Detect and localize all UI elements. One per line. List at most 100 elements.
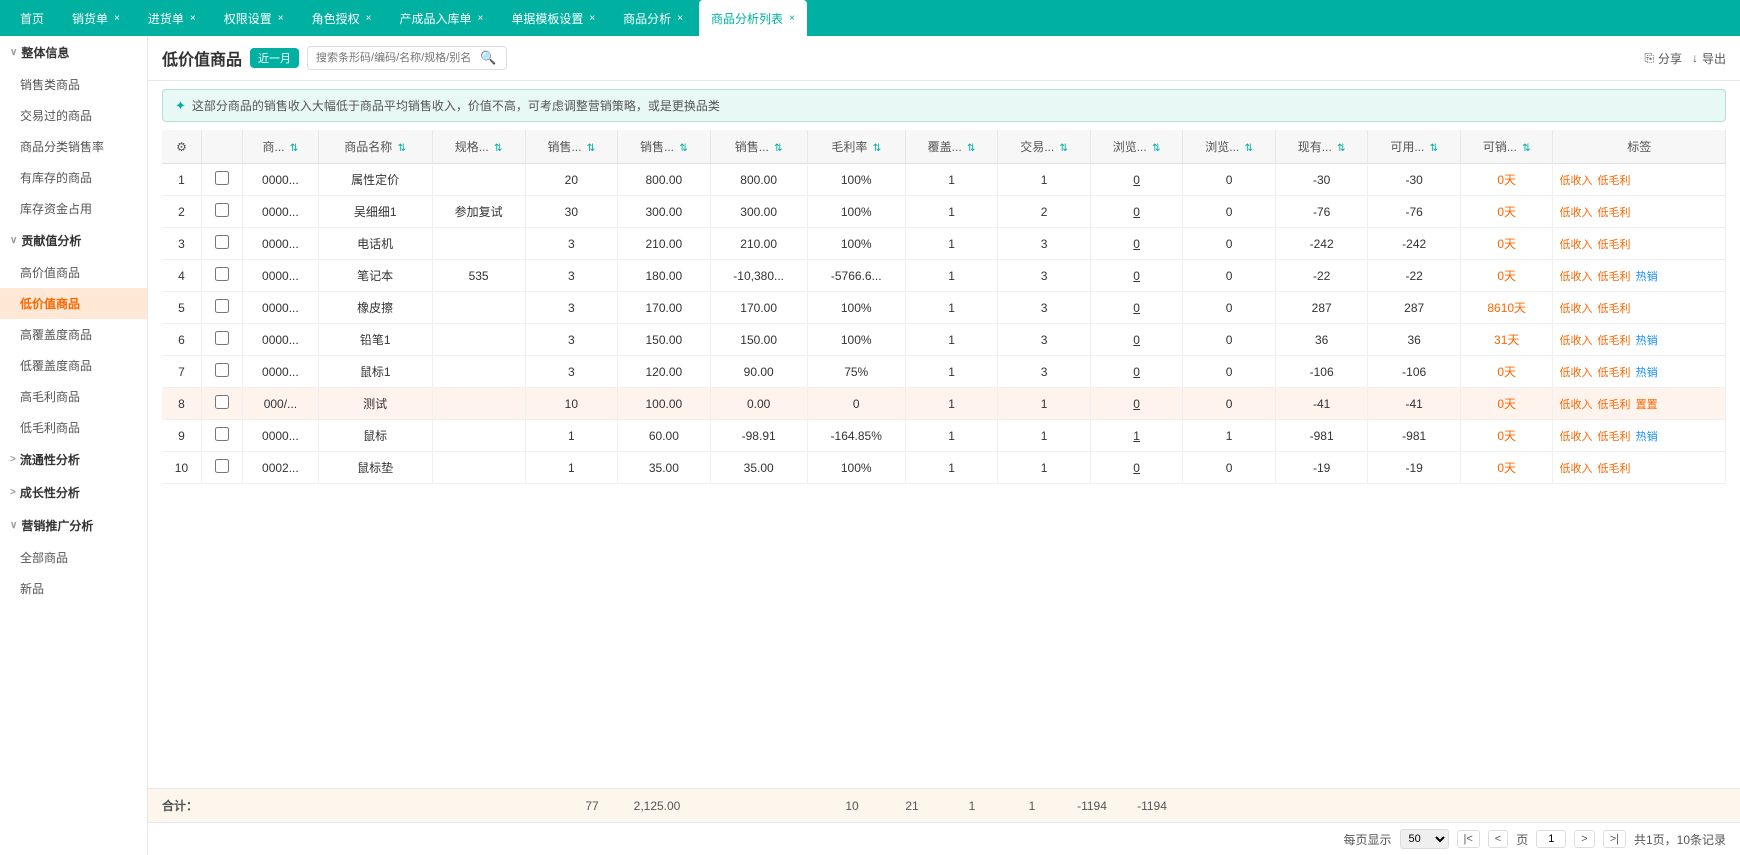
row-coverage: 1 bbox=[905, 420, 998, 452]
row-browse1[interactable]: 1 bbox=[1090, 420, 1183, 452]
col-header-browse1[interactable]: 浏览... ⇅ bbox=[1090, 130, 1183, 164]
sort-icon: ⇅ bbox=[1430, 143, 1438, 154]
share-button[interactable]: ⎘ 分享 bbox=[1644, 50, 1682, 67]
sidebar-item-全部商品[interactable]: 全部商品 bbox=[0, 542, 147, 573]
row-sellable: 0天 bbox=[1460, 164, 1553, 196]
export-button[interactable]: ↓ 导出 bbox=[1692, 50, 1726, 67]
sidebar-item-高覆盖度商品[interactable]: 高覆盖度商品 bbox=[0, 319, 147, 350]
chevron-icon: ∨ bbox=[10, 235, 17, 246]
col-header-gross_rate[interactable]: 毛利率 ⇅ bbox=[807, 130, 905, 164]
nav-item-销货单[interactable]: 销货单× bbox=[60, 0, 132, 36]
search-box[interactable]: 🔍 bbox=[307, 46, 507, 70]
row-checkbox[interactable] bbox=[201, 324, 242, 356]
nav-close-icon[interactable]: × bbox=[190, 13, 196, 24]
nav-close-icon[interactable]: × bbox=[477, 13, 483, 24]
first-page-btn[interactable]: |< bbox=[1457, 830, 1480, 848]
nav-item-产成品入库单[interactable]: 产成品入库单× bbox=[387, 0, 495, 36]
nav-close-icon[interactable]: × bbox=[677, 13, 683, 24]
export-icon: ↓ bbox=[1692, 51, 1698, 65]
col-header-code[interactable]: 商... ⇅ bbox=[243, 130, 319, 164]
col-header-sales_amt[interactable]: 销售... ⇅ bbox=[618, 130, 711, 164]
nav-item-首页[interactable]: 首页 bbox=[8, 0, 56, 36]
row-available: -30 bbox=[1368, 164, 1461, 196]
sort-icon: ⇅ bbox=[679, 143, 687, 154]
row-available: -242 bbox=[1368, 228, 1461, 260]
sidebar-section-贡献值分析[interactable]: ∨贡献值分析 bbox=[0, 224, 147, 257]
nav-item-进货单[interactable]: 进货单× bbox=[136, 0, 208, 36]
search-icon[interactable]: 🔍 bbox=[480, 50, 496, 66]
row-sales-amt: 300.00 bbox=[618, 196, 711, 228]
col-header-coverage[interactable]: 覆盖... ⇅ bbox=[905, 130, 998, 164]
nav-item-商品分析列表[interactable]: 商品分析列表× bbox=[699, 0, 807, 36]
col-header-trade[interactable]: 交易... ⇅ bbox=[998, 130, 1091, 164]
sidebar-item-销售类商品[interactable]: 销售类商品 bbox=[0, 69, 147, 100]
tag-低毛利: 低毛利 bbox=[1598, 335, 1634, 347]
prev-page-btn[interactable]: < bbox=[1488, 830, 1508, 848]
sidebar-item-有库存的商品[interactable]: 有库存的商品 bbox=[0, 162, 147, 193]
row-sellable: 0天 bbox=[1460, 452, 1553, 484]
sidebar-item-库存资金占用[interactable]: 库存资金占用 bbox=[0, 193, 147, 224]
next-page-btn[interactable]: > bbox=[1574, 830, 1594, 848]
col-header-current_stock[interactable]: 现有... ⇅ bbox=[1275, 130, 1368, 164]
sidebar-item-交易过的商品[interactable]: 交易过的商品 bbox=[0, 100, 147, 131]
date-badge[interactable]: 近一月 bbox=[250, 48, 299, 68]
sidebar-item-低价值商品[interactable]: 低价值商品 bbox=[0, 288, 147, 319]
row-sales-gross: 170.00 bbox=[710, 292, 807, 324]
row-gross-rate: 100% bbox=[807, 228, 905, 260]
row-checkbox[interactable] bbox=[201, 452, 242, 484]
tag-低毛利: 低毛利 bbox=[1598, 367, 1634, 379]
col-header-sellable[interactable]: 可销... ⇅ bbox=[1460, 130, 1553, 164]
row-checkbox[interactable] bbox=[201, 164, 242, 196]
nav-item-单据模板设置[interactable]: 单据模板设置× bbox=[499, 0, 607, 36]
sidebar-item-高毛利商品[interactable]: 高毛利商品 bbox=[0, 381, 147, 412]
sidebar-item-低毛利商品[interactable]: 低毛利商品 bbox=[0, 412, 147, 443]
nav-item-角色授权[interactable]: 角色授权× bbox=[300, 0, 384, 36]
col-header-browse2[interactable]: 浏览... ⇅ bbox=[1183, 130, 1276, 164]
row-sales-amt: 60.00 bbox=[618, 420, 711, 452]
nav-close-icon[interactable]: × bbox=[278, 13, 284, 24]
nav-item-权限设置[interactable]: 权限设置× bbox=[212, 0, 296, 36]
sidebar-item-商品分类销售率[interactable]: 商品分类销售率 bbox=[0, 131, 147, 162]
tag-低收入: 低收入 bbox=[1559, 463, 1595, 475]
sidebar-section-营销推广分析[interactable]: ∨营销推广分析 bbox=[0, 509, 147, 542]
row-checkbox[interactable] bbox=[201, 388, 242, 420]
page-label: 页 bbox=[1516, 831, 1528, 848]
nav-item-商品分析[interactable]: 商品分析× bbox=[611, 0, 695, 36]
col-header-name[interactable]: 商品名称 ⇅ bbox=[318, 130, 432, 164]
sidebar-section-成长性分析[interactable]: >成长性分析 bbox=[0, 476, 147, 509]
per-page-select[interactable]: 50 20 100 bbox=[1400, 829, 1449, 849]
row-checkbox[interactable] bbox=[201, 196, 242, 228]
row-checkbox[interactable] bbox=[201, 356, 242, 388]
row-checkbox[interactable] bbox=[201, 260, 242, 292]
row-checkbox[interactable] bbox=[201, 228, 242, 260]
nav-close-icon[interactable]: × bbox=[366, 13, 372, 24]
search-input[interactable] bbox=[316, 52, 476, 64]
col-header-sales_qty[interactable]: 销售... ⇅ bbox=[525, 130, 618, 164]
row-code: 0000... bbox=[243, 356, 319, 388]
chevron-icon: > bbox=[10, 487, 16, 498]
row-sales-gross: -10,380... bbox=[710, 260, 807, 292]
page-input[interactable] bbox=[1536, 830, 1566, 848]
last-page-btn[interactable]: >| bbox=[1603, 830, 1626, 848]
sidebar: ∨整体信息销售类商品交易过的商品商品分类销售率有库存的商品库存资金占用∨贡献值分… bbox=[0, 36, 148, 855]
col-header-available[interactable]: 可用... ⇅ bbox=[1368, 130, 1461, 164]
sidebar-item-低覆盖度商品[interactable]: 低覆盖度商品 bbox=[0, 350, 147, 381]
row-checkbox[interactable] bbox=[201, 420, 242, 452]
row-name: 鼠标垫 bbox=[318, 452, 432, 484]
sort-icon: ⇅ bbox=[967, 143, 975, 154]
sidebar-section-整体信息[interactable]: ∨整体信息 bbox=[0, 36, 147, 69]
row-browse1: 0 bbox=[1090, 452, 1183, 484]
row-code: 0000... bbox=[243, 228, 319, 260]
nav-close-icon[interactable]: × bbox=[789, 13, 795, 24]
nav-close-icon[interactable]: × bbox=[114, 13, 120, 24]
nav-close-icon[interactable]: × bbox=[589, 13, 595, 24]
sidebar-item-新品[interactable]: 新品 bbox=[0, 573, 147, 604]
col-header-spec[interactable]: 规格... ⇅ bbox=[432, 130, 525, 164]
col-header-sales_gross[interactable]: 销售... ⇅ bbox=[710, 130, 807, 164]
sidebar-section-流通性分析[interactable]: >流通性分析 bbox=[0, 443, 147, 476]
sidebar-item-高价值商品[interactable]: 高价值商品 bbox=[0, 257, 147, 288]
row-checkbox[interactable] bbox=[201, 292, 242, 324]
row-trade: 3 bbox=[998, 228, 1091, 260]
row-name: 铅笔1 bbox=[318, 324, 432, 356]
row-sales-gross: 150.00 bbox=[710, 324, 807, 356]
